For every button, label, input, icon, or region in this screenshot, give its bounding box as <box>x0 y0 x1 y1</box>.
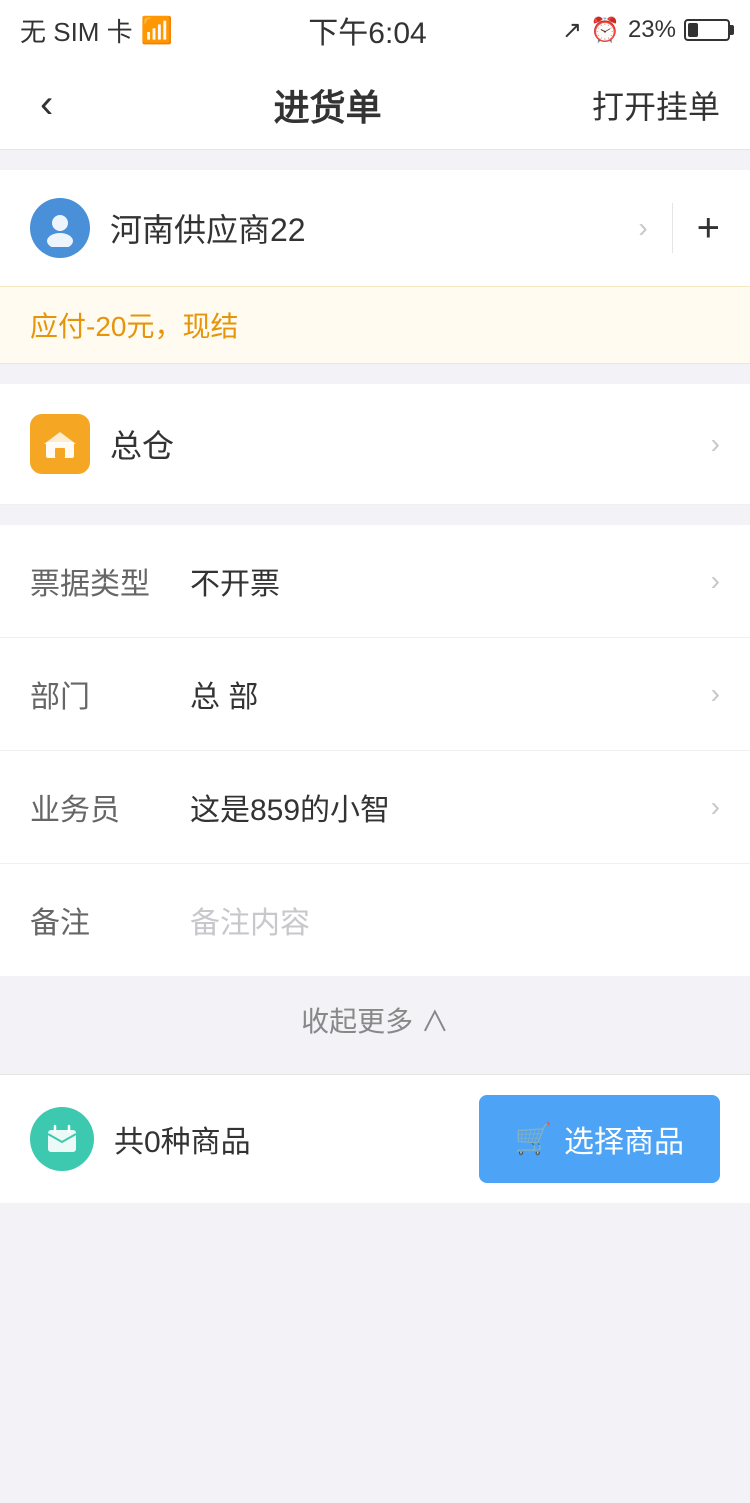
remark-row[interactable]: 备注 备注内容 <box>0 864 750 976</box>
supplier-avatar <box>30 198 90 258</box>
salesperson-chevron-icon: › <box>711 791 720 823</box>
remark-label: 备注 <box>30 898 170 942</box>
location-icon: ↗ <box>562 16 582 45</box>
status-left: 无 SIM 卡 📶 <box>20 12 173 49</box>
warehouse-row[interactable]: 总仓 › <box>0 384 750 505</box>
notice-text: 应付-20元，现结 <box>30 311 238 342</box>
department-chevron-icon: › <box>711 678 720 710</box>
status-right: ↗ ⏰ 23% <box>562 16 730 45</box>
department-value: 总 部 <box>170 672 711 716</box>
battery-icon <box>684 19 730 41</box>
collapse-toggle[interactable]: 收起更多 ∧ <box>0 976 750 1064</box>
section-spacer-4 <box>0 1064 750 1074</box>
status-bar: 无 SIM 卡 📶 下午6:04 ↗ ⏰ 23% <box>0 0 750 60</box>
warehouse-chevron-icon: › <box>711 428 720 460</box>
select-product-icon: 🛒 <box>515 1122 552 1157</box>
invoice-type-chevron-icon: › <box>711 565 720 597</box>
section-spacer-2 <box>0 364 750 384</box>
battery-text: 23% <box>628 16 676 44</box>
carrier-text: 无 SIM 卡 <box>20 12 133 49</box>
invoice-type-value: 不开票 <box>170 559 711 603</box>
wifi-icon: 📶 <box>141 15 173 46</box>
supplier-name: 河南供应商22 <box>110 205 638 251</box>
form-card: 票据类型 不开票 › 部门 总 部 › 业务员 这是859的小智 › 备注 备注… <box>0 525 750 976</box>
page-title: 进货单 <box>274 79 382 131</box>
warehouse-card: 总仓 › <box>0 384 750 505</box>
open-pending-button[interactable]: 打开挂单 <box>592 82 720 128</box>
salesperson-label: 业务员 <box>30 785 170 829</box>
invoice-type-row[interactable]: 票据类型 不开票 › <box>0 525 750 638</box>
department-row[interactable]: 部门 总 部 › <box>0 638 750 751</box>
status-time: 下午6:04 <box>308 8 426 52</box>
department-label: 部门 <box>30 672 170 716</box>
supplier-chevron-icon: › <box>638 212 647 244</box>
back-button[interactable]: ‹ <box>30 72 63 137</box>
section-spacer-3 <box>0 505 750 525</box>
bottom-bar: 共0种商品 🛒 选择商品 <box>0 1074 750 1203</box>
salesperson-row[interactable]: 业务员 这是859的小智 › <box>0 751 750 864</box>
divider <box>672 203 673 253</box>
warehouse-label: 总仓 <box>110 421 711 467</box>
supplier-row[interactable]: 河南供应商22 › + <box>0 170 750 286</box>
invoice-type-label: 票据类型 <box>30 559 170 603</box>
supplier-card: 河南供应商22 › + 应付-20元，现结 <box>0 170 750 364</box>
product-icon-wrap <box>30 1107 94 1171</box>
warehouse-icon-wrap <box>30 414 90 474</box>
product-count-label: 共0种商品 <box>114 1117 479 1161</box>
section-spacer-1 <box>0 150 750 170</box>
select-product-button[interactable]: 🛒 选择商品 <box>479 1095 720 1183</box>
notice-banner: 应付-20元，现结 <box>0 286 750 364</box>
remark-input[interactable]: 备注内容 <box>170 898 720 942</box>
alarm-icon: ⏰ <box>590 16 620 45</box>
nav-bar: ‹ 进货单 打开挂单 <box>0 60 750 150</box>
add-button[interactable]: + <box>697 206 720 251</box>
select-product-label: 选择商品 <box>564 1117 684 1161</box>
salesperson-value: 这是859的小智 <box>170 785 711 829</box>
background-fill <box>0 1203 750 1503</box>
collapse-label: 收起更多 ∧ <box>301 1006 449 1037</box>
